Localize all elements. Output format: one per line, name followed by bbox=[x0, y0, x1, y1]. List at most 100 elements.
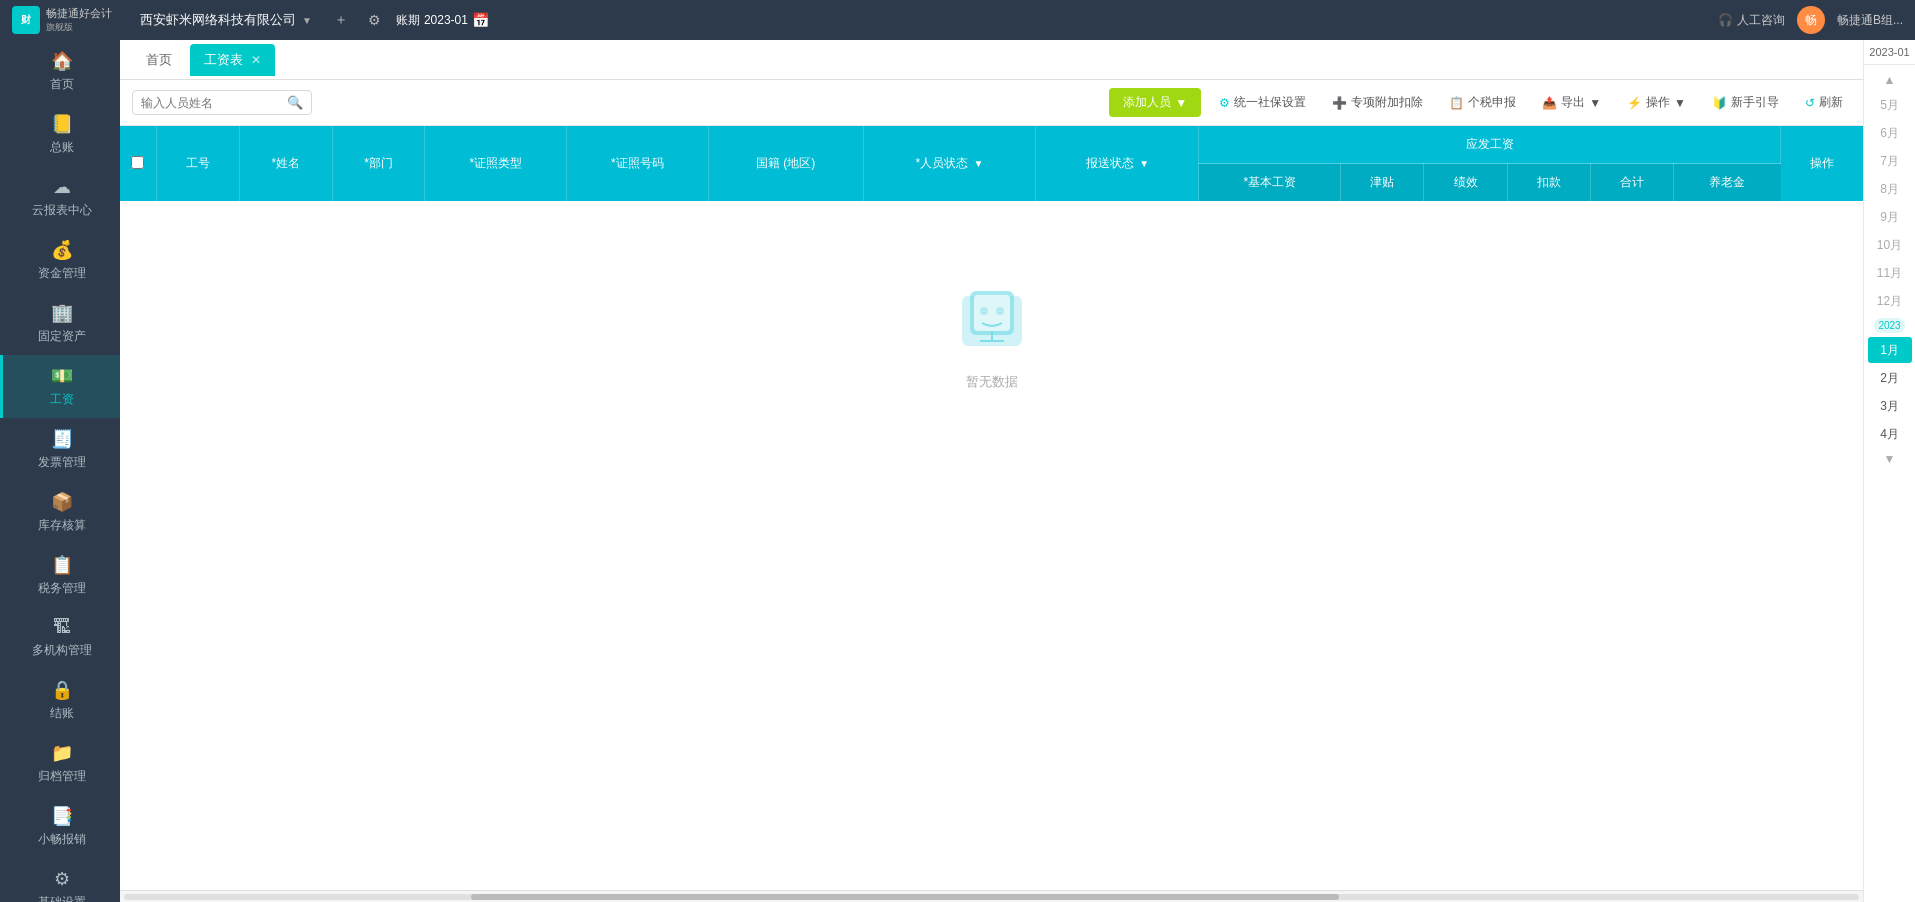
sidebar-label-expense: 小畅报销 bbox=[38, 831, 86, 848]
sidebar-item-salary[interactable]: 💵 工资 bbox=[0, 355, 120, 418]
add-company-btn[interactable]: ＋ bbox=[328, 7, 354, 33]
nav-up-btn[interactable]: ▲ bbox=[1876, 69, 1904, 91]
sidebar-label-assets: 固定资产 bbox=[38, 328, 86, 345]
special-deduct-btn[interactable]: ➕ 专项附加扣除 bbox=[1324, 90, 1431, 115]
invoice-icon: 🧾 bbox=[51, 428, 73, 450]
sidebar-item-close[interactable]: 🔒 结账 bbox=[0, 669, 120, 732]
settings-sidebar-icon: ⚙ bbox=[54, 868, 70, 890]
export-icon: 📤 bbox=[1542, 96, 1557, 110]
month-item-2023-01[interactable]: 1月 bbox=[1868, 337, 1912, 363]
tax-report-btn[interactable]: 📋 个税申报 bbox=[1441, 90, 1524, 115]
social-security-btn[interactable]: ⚙ 统一社保设置 bbox=[1211, 90, 1314, 115]
month-item-2022-08[interactable]: 8月 bbox=[1868, 176, 1912, 202]
sidebar-item-settings[interactable]: ⚙ 基础设置 bbox=[0, 858, 120, 902]
top-header: 财 畅捷通好会计 旗舰版 西安虾米网络科技有限公司 ▼ ＋ ⚙ 账期 2023-… bbox=[0, 0, 1915, 40]
sidebar-label-ledger: 总账 bbox=[50, 139, 74, 156]
sidebar-item-fund[interactable]: 💰 资金管理 bbox=[0, 229, 120, 292]
report-icon: ☁ bbox=[53, 176, 71, 198]
sidebar-item-report[interactable]: ☁ 云报表中心 bbox=[0, 166, 120, 229]
content-area: 首页 工资表 ✕ 🔍 添加人员 ▼ ⚙ 统一社保设置 bbox=[120, 40, 1863, 902]
sidebar-label-archive: 归档管理 bbox=[38, 768, 86, 785]
logo-area: 财 畅捷通好会计 旗舰版 bbox=[12, 6, 132, 34]
home-icon: 🏠 bbox=[51, 50, 73, 72]
add-person-button[interactable]: 添加人员 ▼ bbox=[1109, 88, 1201, 117]
toolbar-right: 添加人员 ▼ ⚙ 统一社保设置 ➕ 专项附加扣除 📋 个税申报 📤 导 bbox=[1109, 88, 1851, 117]
table-container: 工号 *姓名 *部门 *证照类型 *证照号码 国籍 (地区) *人员状态 ▼ 报… bbox=[120, 126, 1863, 890]
month-item-2022-11[interactable]: 11月 bbox=[1868, 260, 1912, 286]
close-period-icon: 🔒 bbox=[51, 679, 73, 701]
tab-salary-table[interactable]: 工资表 ✕ bbox=[190, 44, 275, 76]
svg-point-3 bbox=[980, 307, 988, 315]
header-actions: ＋ ⚙ bbox=[328, 7, 388, 33]
th-cert-type: *证照类型 bbox=[425, 126, 567, 201]
month-item-2023-02[interactable]: 2月 bbox=[1868, 365, 1912, 391]
period-badge: 账期 2023-01 📅 bbox=[396, 12, 489, 29]
search-icon: 🔍 bbox=[287, 95, 303, 110]
main-layout: 🏠 首页 📒 总账 ☁ 云报表中心 💰 资金管理 🏢 固定资产 💵 工资 🧾 发… bbox=[0, 40, 1915, 902]
calendar-icon[interactable]: 📅 bbox=[472, 12, 489, 28]
month-item-2022-09[interactable]: 9月 bbox=[1868, 204, 1912, 230]
app-version: 旗舰版 bbox=[46, 21, 112, 34]
month-item-2022-07[interactable]: 7月 bbox=[1868, 148, 1912, 174]
sidebar-item-inventory[interactable]: 📦 库存核算 bbox=[0, 481, 120, 544]
guide-label: 新手引导 bbox=[1731, 94, 1779, 111]
add-person-label: 添加人员 bbox=[1123, 94, 1171, 111]
app-name: 畅捷通好会计 bbox=[46, 6, 112, 20]
search-box[interactable]: 🔍 bbox=[132, 90, 312, 115]
sidebar-item-tax[interactable]: 📋 税务管理 bbox=[0, 544, 120, 607]
tab-close-icon[interactable]: ✕ bbox=[251, 53, 261, 67]
right-header: 🎧 人工咨询 畅 畅捷通B组... bbox=[1718, 6, 1903, 34]
guide-btn[interactable]: 🔰 新手引导 bbox=[1704, 90, 1787, 115]
sidebar-item-home[interactable]: 🏠 首页 bbox=[0, 40, 120, 103]
tab-bar: 首页 工资表 ✕ bbox=[120, 40, 1863, 80]
month-item-2022-12[interactable]: 12月 bbox=[1868, 288, 1912, 314]
service-label: 人工咨询 bbox=[1737, 12, 1785, 29]
search-input[interactable] bbox=[141, 96, 281, 110]
month-item-2022-10[interactable]: 10月 bbox=[1868, 232, 1912, 258]
year-2023-label[interactable]: 2023 bbox=[1874, 318, 1904, 333]
sidebar-label-tax: 税务管理 bbox=[38, 580, 86, 597]
sidebar-label-invoice: 发票管理 bbox=[38, 454, 86, 471]
refresh-btn[interactable]: ↺ 刷新 bbox=[1797, 90, 1851, 115]
right-panel: 2023-01 ▲ 5月 6月 7月 8月 9月 10月 11月 12月 202… bbox=[1863, 40, 1915, 902]
company-selector[interactable]: 西安虾米网络科技有限公司 ▼ bbox=[132, 7, 320, 33]
tab-salary-label: 工资表 bbox=[204, 51, 243, 69]
company-name: 西安虾米网络科技有限公司 bbox=[140, 11, 296, 29]
special-deduct-label: 专项附加扣除 bbox=[1351, 94, 1423, 111]
nav-down-btn[interactable]: ▼ bbox=[1876, 448, 1904, 470]
th-region: 国籍 (地区) bbox=[708, 126, 863, 201]
th-person-status: *人员状态 ▼ bbox=[863, 126, 1036, 201]
sidebar-label-home: 首页 bbox=[50, 76, 74, 93]
sidebar-item-invoice[interactable]: 🧾 发票管理 bbox=[0, 418, 120, 481]
scroll-thumb bbox=[471, 894, 1339, 900]
th-salary-group: 应发工资 bbox=[1199, 126, 1781, 164]
export-btn[interactable]: 📤 导出 ▼ bbox=[1534, 90, 1609, 115]
archive-icon: 📁 bbox=[51, 742, 73, 764]
social-security-label: 统一社保设置 bbox=[1234, 94, 1306, 111]
th-checkbox[interactable] bbox=[120, 126, 156, 201]
sidebar-item-multi[interactable]: 🏗 多机构管理 bbox=[0, 607, 120, 669]
month-item-2022-06[interactable]: 6月 bbox=[1868, 120, 1912, 146]
sidebar-item-ledger[interactable]: 📒 总账 bbox=[0, 103, 120, 166]
chevron-down-icon: ▼ bbox=[302, 15, 312, 26]
operate-btn[interactable]: ⚡ 操作 ▼ bbox=[1619, 90, 1694, 115]
settings-btn[interactable]: ⚙ bbox=[362, 7, 388, 33]
social-security-icon: ⚙ bbox=[1219, 96, 1230, 110]
tax-report-label: 个税申报 bbox=[1468, 94, 1516, 111]
th-pension: 养老金 bbox=[1674, 164, 1781, 202]
month-item-2022-05[interactable]: 5月 bbox=[1868, 92, 1912, 118]
sidebar-item-archive[interactable]: 📁 归档管理 bbox=[0, 732, 120, 795]
sidebar-item-assets[interactable]: 🏢 固定资产 bbox=[0, 292, 120, 355]
export-dropdown-icon: ▼ bbox=[1589, 96, 1601, 110]
th-action: 操作 bbox=[1781, 126, 1863, 201]
empty-state: 暂无数据 bbox=[120, 201, 1863, 471]
tab-home[interactable]: 首页 bbox=[132, 44, 186, 76]
bottom-scrollbar[interactable] bbox=[120, 890, 1863, 902]
sidebar-label-inventory: 库存核算 bbox=[38, 517, 86, 534]
sidebar-item-expense[interactable]: 📑 小畅报销 bbox=[0, 795, 120, 858]
headset-icon: 🎧 bbox=[1718, 13, 1733, 27]
service-btn[interactable]: 🎧 人工咨询 bbox=[1718, 12, 1785, 29]
month-item-2023-03[interactable]: 3月 bbox=[1868, 393, 1912, 419]
month-item-2023-04[interactable]: 4月 bbox=[1868, 421, 1912, 447]
select-all-checkbox[interactable] bbox=[131, 156, 144, 169]
